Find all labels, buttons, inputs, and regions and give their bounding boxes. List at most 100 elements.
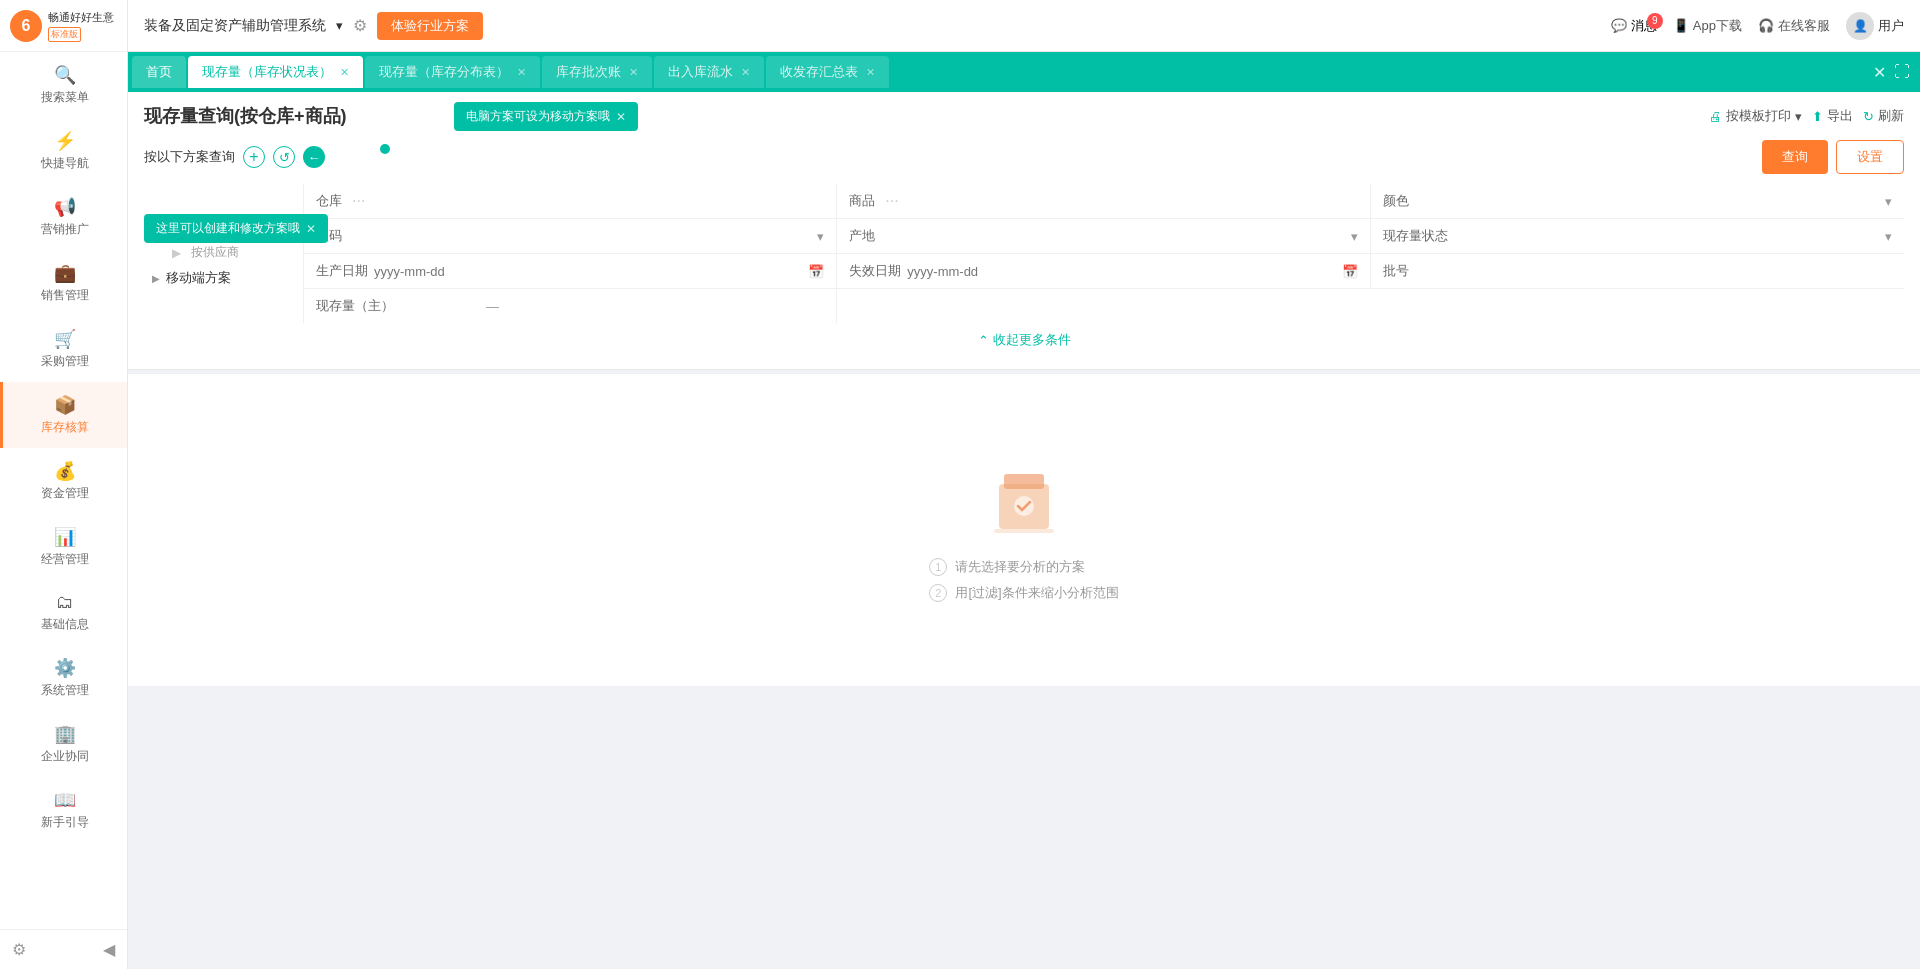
basic-nav-icon: 🗂: [56, 592, 74, 613]
tab-inventory-status[interactable]: 现存量（库存状况表） ✕: [188, 56, 363, 88]
refresh-button[interactable]: ↻ 刷新: [1863, 107, 1904, 125]
prod-date-label: 生产日期: [316, 262, 368, 280]
tab-inventory-dist[interactable]: 现存量（库存分布表） ✕: [365, 56, 540, 88]
sidebar-item-label: 新手引导: [41, 814, 89, 831]
filter-refresh-button[interactable]: ↺: [273, 146, 295, 168]
tab-collect[interactable]: 收发存汇总表 ✕: [766, 56, 889, 88]
topbar-settings-icon[interactable]: ⚙: [353, 16, 367, 35]
collapse-label: 收起更多条件: [993, 331, 1071, 349]
sidebar-item-enterprise[interactable]: 🏢 企业协同: [0, 711, 127, 777]
sidebar-item-system[interactable]: ⚙️ 系统管理: [0, 645, 127, 711]
message-icon: 💬: [1611, 18, 1627, 33]
message-count: 9: [1647, 13, 1663, 29]
sidebar-item-inventory[interactable]: 📦 库存核算: [0, 382, 127, 448]
mobile-expand-icon: ▶: [152, 273, 160, 284]
tab-close-icon[interactable]: ✕: [517, 66, 526, 79]
tooltip-scheme-hint: 电脑方案可设为移动方案哦 ✕: [454, 102, 638, 131]
search-nav-icon: 🔍: [54, 64, 76, 86]
sidebar-item-label: 搜索菜单: [41, 89, 89, 106]
sidebar-settings-icon[interactable]: ⚙: [12, 940, 26, 959]
experience-button[interactable]: 体验行业方案: [377, 12, 483, 40]
scheme-sub-item[interactable]: ▶ 按供应商: [144, 240, 303, 265]
user-action[interactable]: 👤 用户: [1846, 12, 1904, 40]
tooltip-close2-icon[interactable]: ✕: [306, 222, 316, 236]
sidebar-item-marketing[interactable]: 📢 营销推广: [0, 184, 127, 250]
sidebar-item-guide[interactable]: 📖 新手引导: [0, 777, 127, 843]
marketing-nav-icon: 📢: [54, 196, 76, 218]
stock-qty-min-input[interactable]: [400, 299, 480, 314]
sidebar-item-sales[interactable]: 💼 销售管理: [0, 250, 127, 316]
query-button[interactable]: 查询: [1762, 140, 1828, 174]
inventory-nav-icon: 📦: [54, 394, 76, 416]
tab-close-icon[interactable]: ✕: [741, 66, 750, 79]
empty-steps: 1 请先选择要分析的方案 2 用[过滤]条件来缩小分析范围: [929, 554, 1118, 606]
sidebar-item-label: 库存核算: [41, 419, 89, 436]
stock-qty-filter: 现存量（主） —: [304, 289, 837, 323]
warehouse-dots[interactable]: ···: [352, 192, 824, 210]
sidebar-item-quick[interactable]: ⚡ 快捷导航: [0, 118, 127, 184]
tab-close-icon[interactable]: ✕: [866, 66, 875, 79]
goods-label: 商品: [849, 192, 879, 210]
empty-step-2-text: 用[过滤]条件来缩小分析范围: [955, 580, 1118, 606]
sidebar-item-search[interactable]: 🔍 搜索菜单: [0, 52, 127, 118]
stock-status-arrow[interactable]: ▾: [1885, 229, 1892, 244]
filter-main: 这里可以创建和修改方案哦 ✕ ▼ 电脑端方案 ▶ 按供应商: [144, 184, 1904, 323]
sidebar-item-basic[interactable]: 🗂 基础信息: [0, 580, 127, 645]
purchase-nav-icon: 🛒: [54, 328, 76, 350]
sidebar-item-label: 销售管理: [41, 287, 89, 304]
sidebar-item-purchase[interactable]: 🛒 采购管理: [0, 316, 127, 382]
service-icon: 🎧: [1758, 18, 1774, 33]
filter-arrow-button[interactable]: ←: [303, 146, 325, 168]
sidebar-item-label: 企业协同: [41, 748, 89, 765]
print-label: 按模板打印: [1726, 107, 1791, 125]
close-all-tabs-btn[interactable]: ✕: [1873, 63, 1886, 82]
sidebar-item-finance[interactable]: 💰 资金管理: [0, 448, 127, 514]
sidebar-nav: 🔍 搜索菜单 ⚡ 快捷导航 📢 营销推广 💼 销售管理 🛒 采购管理 📦 库存核…: [0, 52, 127, 929]
size-select-arrow[interactable]: ▾: [817, 229, 824, 244]
logo-text: 畅通好好生意: [48, 10, 114, 25]
online-service-action[interactable]: 🎧 在线客服: [1758, 17, 1830, 35]
filter-header: 按以下方案查询 + ↺ ← 电脑方案可设为移动方案哦 ✕ 查询 设置: [144, 140, 1904, 174]
message-action[interactable]: 💬 9 消息: [1611, 17, 1657, 35]
tab-inout[interactable]: 出入库流水 ✕: [654, 56, 764, 88]
tab-close-icon[interactable]: ✕: [629, 66, 638, 79]
reset-button[interactable]: 设置: [1836, 140, 1904, 174]
print-icon: 🖨: [1709, 109, 1722, 124]
filter-fields: 仓库 ··· 商品 ··· 颜色: [304, 184, 1904, 323]
tab-home[interactable]: 首页: [132, 56, 186, 88]
sales-nav-icon: 💼: [54, 262, 76, 284]
exp-date-label: 失效日期: [849, 262, 901, 280]
color-select-arrow[interactable]: ▾: [1885, 194, 1892, 209]
system-selector[interactable]: ▾: [336, 18, 343, 33]
batch-no-label: 批号: [1383, 262, 1413, 280]
fullscreen-btn[interactable]: ⛶: [1894, 63, 1910, 81]
tooltip-close-icon[interactable]: ✕: [616, 110, 626, 124]
prod-date-calendar-icon[interactable]: 📅: [808, 264, 824, 279]
avatar-icon: 👤: [1853, 19, 1868, 33]
color-filter: 颜色 ▾: [1371, 184, 1904, 218]
sidebar-collapse-icon[interactable]: ◀: [103, 940, 115, 959]
page-content: 现存量查询(按仓库+商品) 🖨 按模板打印 ▾ ⬆ 导出 ↻ 刷新: [128, 92, 1920, 969]
origin-select-arrow[interactable]: ▾: [1351, 229, 1358, 244]
stock-qty-max-input[interactable]: [505, 299, 585, 314]
batch-no-filter: 批号: [1371, 254, 1904, 288]
exp-date-calendar-icon[interactable]: 📅: [1342, 264, 1358, 279]
batch-no-input[interactable]: [1419, 264, 1892, 279]
tab-close-icon[interactable]: ✕: [340, 66, 349, 79]
sidebar: 6 畅通好好生意 标准版 🔍 搜索菜单 ⚡ 快捷导航 📢 营销推广 💼 销售管理…: [0, 0, 128, 969]
sidebar-item-label: 营销推广: [41, 221, 89, 238]
export-button[interactable]: ⬆ 导出: [1812, 107, 1853, 125]
app-download-action[interactable]: 📱 App下载: [1673, 17, 1742, 35]
scheme-item-mobile[interactable]: ▶ 移动端方案: [144, 265, 303, 291]
prod-date-input[interactable]: [374, 264, 802, 279]
print-button[interactable]: 🖨 按模板打印 ▾: [1709, 107, 1802, 125]
collapse-row[interactable]: ⌃ 收起更多条件: [144, 323, 1904, 357]
system-nav-icon: ⚙️: [54, 657, 76, 679]
empty-step-1: 1 请先选择要分析的方案: [929, 554, 1118, 580]
filter-add-button[interactable]: +: [243, 146, 265, 168]
goods-dots[interactable]: ···: [885, 192, 1357, 210]
tab-batch[interactable]: 库存批次账 ✕: [542, 56, 652, 88]
stock-status-label: 现存量状态: [1383, 227, 1448, 245]
sidebar-item-operations[interactable]: 📊 经营管理: [0, 514, 127, 580]
exp-date-input[interactable]: [907, 264, 1335, 279]
